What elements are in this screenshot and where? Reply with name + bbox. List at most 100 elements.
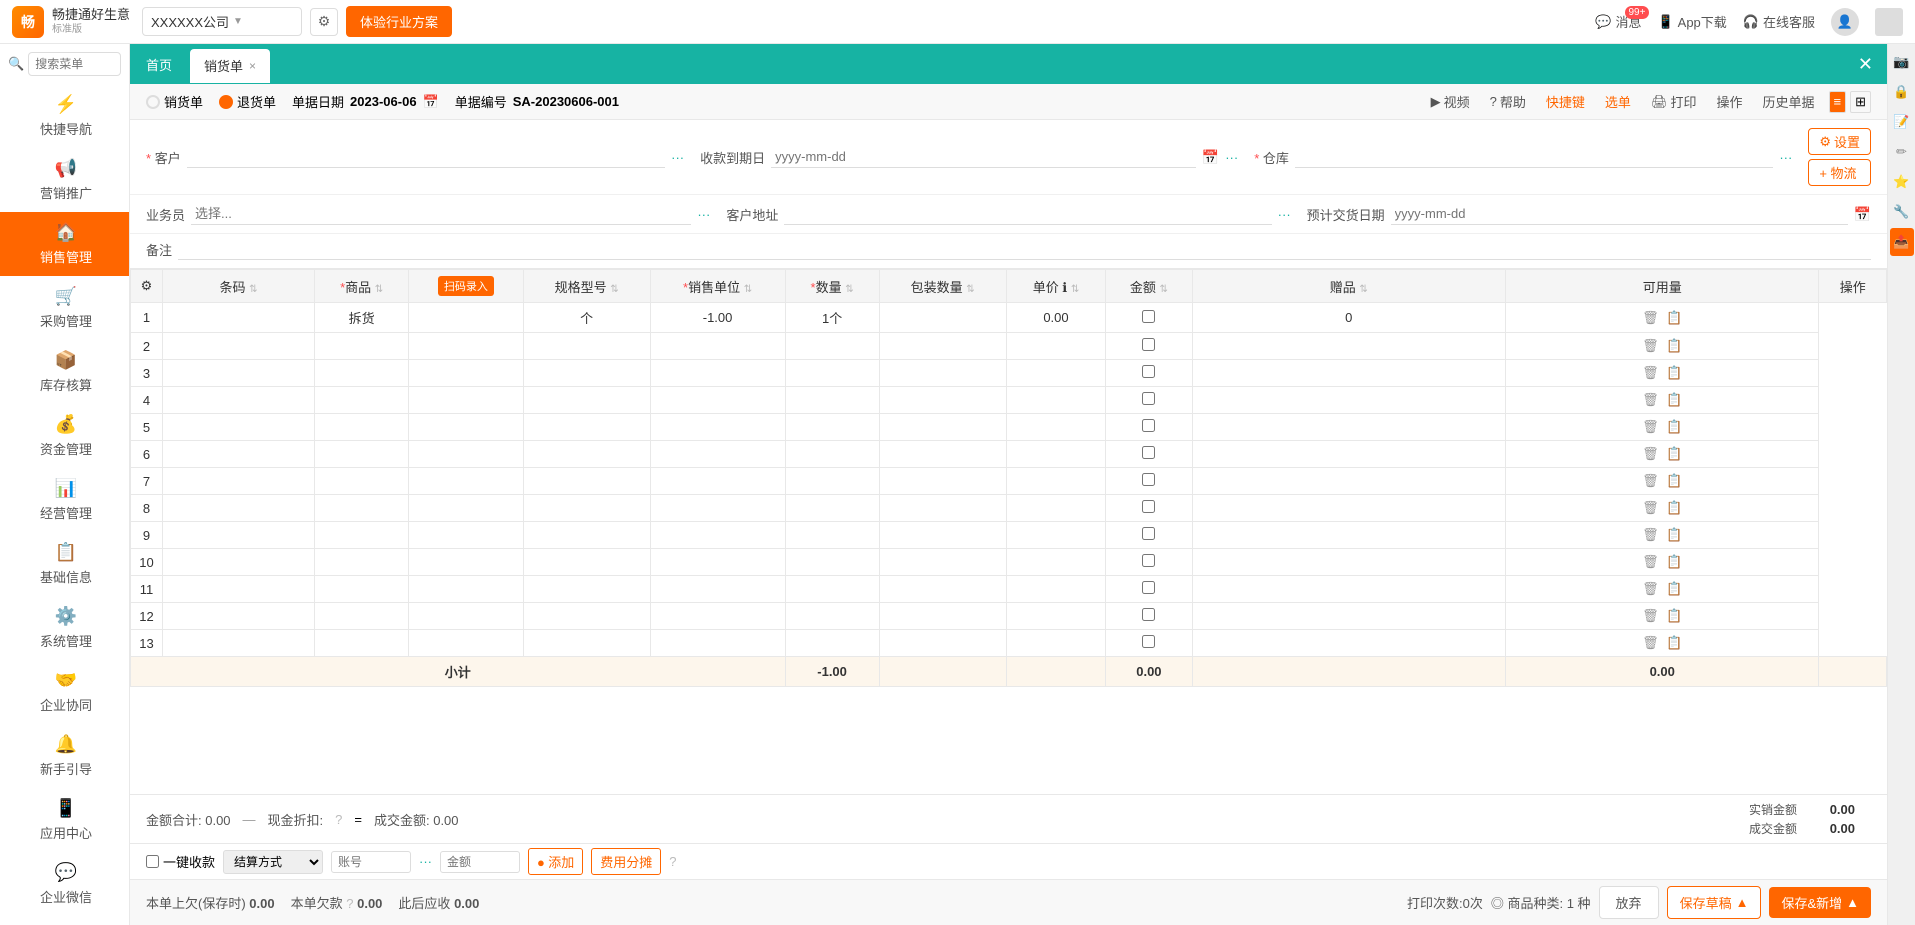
cell-unit[interactable]: [523, 495, 650, 522]
cell-product[interactable]: [315, 441, 409, 468]
cell-amount[interactable]: 0.00: [1006, 303, 1106, 333]
cell-price[interactable]: [879, 303, 1006, 333]
cell-unit[interactable]: [523, 522, 650, 549]
copy-icon[interactable]: 📋: [1666, 473, 1682, 488]
cell-qty[interactable]: [650, 522, 785, 549]
cell-amount[interactable]: [1006, 495, 1106, 522]
cell-spec[interactable]: [409, 630, 523, 657]
save-new-button[interactable]: 保存&新增 ▲: [1769, 887, 1871, 918]
cell-spec[interactable]: [409, 333, 523, 360]
online-service-button[interactable]: 🎧 在线客服: [1743, 12, 1815, 31]
right-panel-btn-3[interactable]: 📝: [1890, 108, 1914, 136]
cell-spec[interactable]: [409, 360, 523, 387]
cell-unit[interactable]: [523, 603, 650, 630]
cell-price[interactable]: [879, 603, 1006, 630]
sort-icon-qty[interactable]: ⇅: [845, 284, 853, 295]
cell-price[interactable]: [879, 522, 1006, 549]
shortcut-btn[interactable]: 快捷键: [1540, 90, 1591, 113]
delete-icon[interactable]: 🗑: [1642, 527, 1659, 542]
expected-date-calendar-icon[interactable]: 📅: [1854, 206, 1871, 223]
customer-addr-more-icon[interactable]: ···: [1278, 207, 1291, 222]
cell-barcode[interactable]: [163, 576, 315, 603]
help-btn[interactable]: ? 帮助: [1484, 90, 1532, 113]
cell-gift[interactable]: [1106, 522, 1192, 549]
right-panel-btn-2[interactable]: 🔒: [1890, 78, 1914, 106]
right-panel-btn-6[interactable]: 🔧: [1890, 198, 1914, 226]
customer-addr-input[interactable]: [784, 203, 1271, 225]
cell-price[interactable]: [879, 441, 1006, 468]
cell-gift[interactable]: [1106, 333, 1192, 360]
copy-icon[interactable]: 📋: [1666, 635, 1682, 650]
delete-icon[interactable]: 🗑: [1642, 500, 1659, 515]
cell-barcode[interactable]: [163, 414, 315, 441]
customer-input[interactable]: [187, 146, 665, 168]
add-payment-btn[interactable]: ● 添加: [528, 848, 583, 875]
cell-product[interactable]: [315, 333, 409, 360]
right-panel-btn-1[interactable]: 📷: [1890, 48, 1914, 76]
customer-more-icon[interactable]: ···: [671, 150, 684, 165]
cell-unit[interactable]: [523, 630, 650, 657]
cell-barcode[interactable]: [163, 495, 315, 522]
cell-gift[interactable]: [1106, 576, 1192, 603]
cell-qty[interactable]: [650, 576, 785, 603]
cell-spec[interactable]: [409, 495, 523, 522]
sidebar-item-quick-nav[interactable]: ⚡ 快捷导航: [0, 84, 129, 148]
warehouse-input[interactable]: 建材仓: [1295, 146, 1773, 168]
cell-product[interactable]: [315, 414, 409, 441]
sort-icon-gift[interactable]: ⇅: [1359, 284, 1367, 295]
sidebar-item-sales[interactable]: 🏠 销售管理: [0, 212, 129, 276]
right-panel-btn-7[interactable]: 📤: [1890, 228, 1914, 256]
sidebar-item-system[interactable]: ⚙️ 系统管理: [0, 596, 129, 660]
cell-qty[interactable]: [650, 468, 785, 495]
cell-amount[interactable]: [1006, 468, 1106, 495]
operation-btn[interactable]: 操作: [1710, 90, 1748, 113]
cell-spec[interactable]: [409, 387, 523, 414]
select-btn[interactable]: 选单: [1599, 90, 1637, 113]
cell-product[interactable]: [315, 468, 409, 495]
delete-icon[interactable]: 🗑: [1642, 338, 1659, 353]
cell-gift[interactable]: [1106, 495, 1192, 522]
cell-unit[interactable]: [523, 549, 650, 576]
print-btn[interactable]: 🖨 打印: [1645, 90, 1703, 113]
cell-pkg-qty[interactable]: [785, 414, 879, 441]
sidebar-item-wecom[interactable]: 💬 企业微信: [0, 852, 129, 916]
radio-return[interactable]: 退货单: [219, 92, 276, 111]
copy-icon[interactable]: 📋: [1666, 527, 1682, 542]
cell-gift[interactable]: [1106, 603, 1192, 630]
one-click-input[interactable]: [146, 855, 159, 868]
expense-btn[interactable]: 费用分摊: [591, 848, 661, 875]
cell-qty[interactable]: [650, 360, 785, 387]
video-btn[interactable]: ▶ 视频: [1425, 90, 1476, 113]
delete-icon[interactable]: 🗑: [1642, 392, 1659, 407]
salesman-more-icon[interactable]: ···: [697, 207, 710, 222]
cell-amount[interactable]: [1006, 576, 1106, 603]
expected-date-input[interactable]: [1391, 203, 1848, 225]
cell-pkg-qty[interactable]: [785, 603, 879, 630]
cell-pkg-qty[interactable]: [785, 495, 879, 522]
sidebar-item-finance[interactable]: 💰 资金管理: [0, 404, 129, 468]
cell-spec[interactable]: [409, 522, 523, 549]
th-setting[interactable]: ⚙: [131, 270, 163, 303]
cell-pkg-qty[interactable]: [785, 630, 879, 657]
cell-qty[interactable]: [650, 441, 785, 468]
cell-gift[interactable]: [1106, 303, 1192, 333]
date-calendar-icon[interactable]: 📅: [423, 94, 439, 110]
delete-icon[interactable]: 🗑: [1642, 419, 1659, 434]
logistics-btn[interactable]: + 物流: [1808, 159, 1871, 186]
cell-amount[interactable]: [1006, 441, 1106, 468]
cell-product[interactable]: [315, 603, 409, 630]
radio-sale[interactable]: 销货单: [146, 92, 203, 111]
account-more-icon[interactable]: ···: [419, 854, 432, 869]
history-btn[interactable]: 历史单据: [1756, 90, 1820, 113]
cell-pkg-qty[interactable]: [785, 333, 879, 360]
delete-icon[interactable]: 🗑: [1642, 554, 1659, 569]
delete-icon[interactable]: 🗑: [1642, 310, 1659, 325]
payment-date-input[interactable]: [771, 146, 1196, 168]
copy-icon[interactable]: 📋: [1666, 419, 1682, 434]
cell-amount[interactable]: [1006, 630, 1106, 657]
copy-icon[interactable]: 📋: [1666, 338, 1682, 353]
settings-button[interactable]: ⚙: [310, 8, 338, 36]
delete-icon[interactable]: 🗑: [1642, 473, 1659, 488]
right-panel-btn-4[interactable]: ✏: [1890, 138, 1914, 166]
sidebar-item-inventory[interactable]: 📦 库存核算: [0, 340, 129, 404]
